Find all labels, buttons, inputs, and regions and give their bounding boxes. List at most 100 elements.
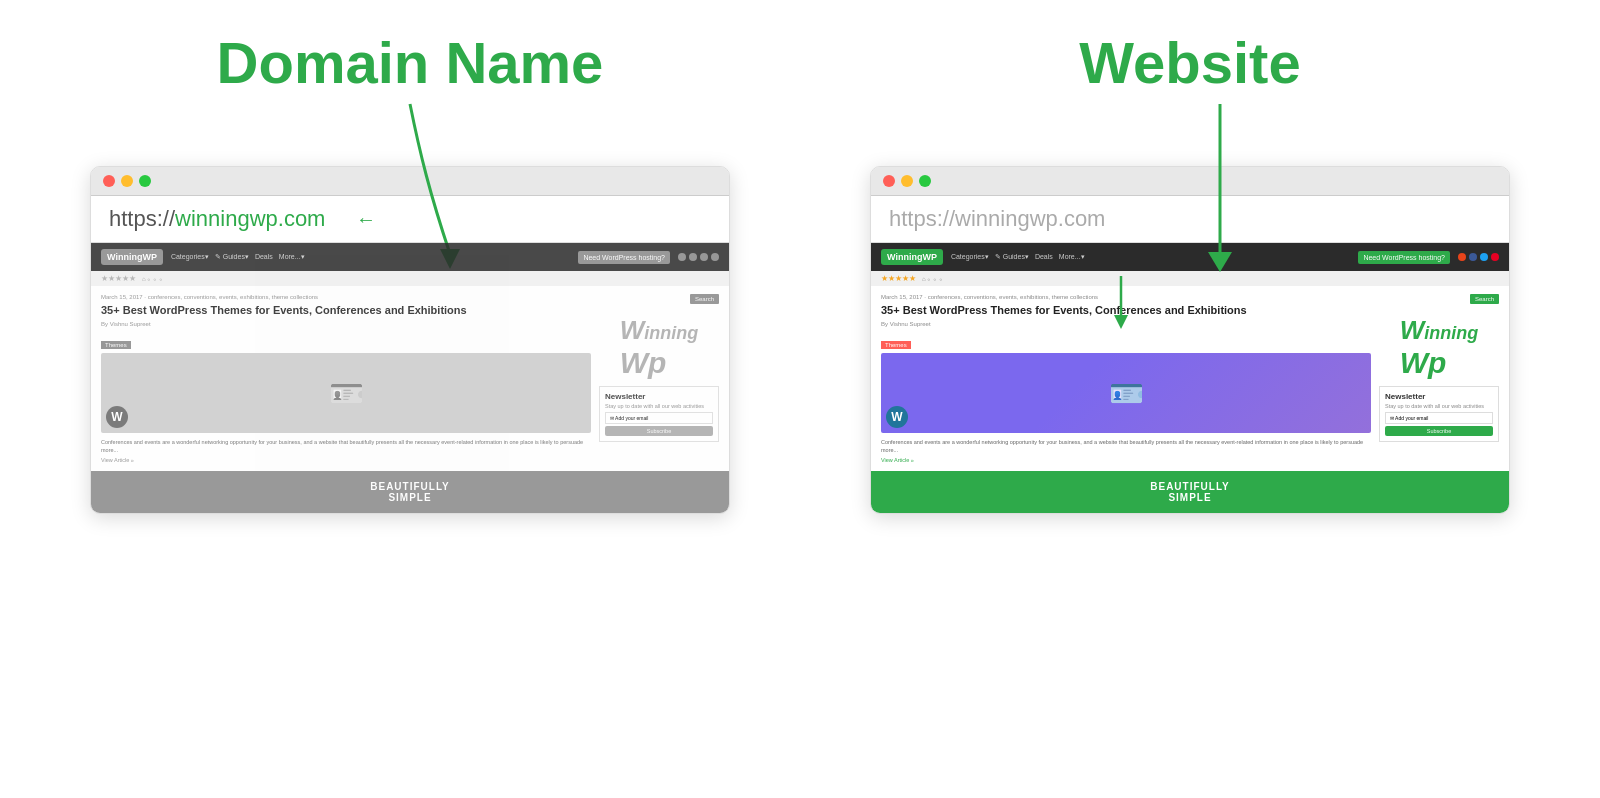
right-logo-badge: WinningWp	[1379, 312, 1499, 382]
right-browser-titlebar	[871, 167, 1509, 196]
right-mini-nav-items: Categories▾ ✎ Guides▾ Deals More...▾	[951, 253, 1351, 261]
social-dot-1	[678, 253, 686, 261]
social-dot-2	[689, 253, 697, 261]
right-social-dot-3	[1480, 253, 1488, 261]
right-article-title: 35+ Best WordPress Themes for Events, Co…	[881, 303, 1371, 317]
left-nav-item-3: Deals	[255, 253, 273, 261]
left-browser-content: WinningWP Categories▾ ✎ Guides▾ Deals Mo…	[91, 243, 729, 513]
right-browser-mockup: https://winningwp.com WinningWP Categori…	[870, 166, 1510, 514]
dot-green-left	[139, 175, 151, 187]
right-nav-item-2: ✎ Guides▾	[995, 253, 1029, 261]
left-mini-nav-items: Categories▾ ✎ Guides▾ Deals More...▾	[171, 253, 571, 261]
left-newsletter-input: ✉ Add your email	[605, 412, 713, 424]
left-wp-logo: W	[106, 406, 128, 428]
left-thumbnail-icon: 🪪	[329, 377, 364, 410]
right-nav-item-4: More...▾	[1059, 253, 1085, 261]
left-themes-tag: Themes	[101, 341, 131, 349]
right-mini-nav: WinningWP Categories▾ ✎ Guides▾ Deals Mo…	[871, 243, 1509, 271]
left-mini-social	[678, 253, 719, 261]
right-body-text: Conferences and events are a wonderful n…	[881, 439, 1371, 454]
left-nav-item-4: More...▾	[279, 253, 305, 261]
dot-yellow-right	[901, 175, 913, 187]
left-browser-mockup: https://winningwp.com ← WinningWP Catego…	[90, 166, 730, 514]
left-mini-cta: Need WordPress hosting?	[578, 251, 670, 264]
left-body-text: Conferences and events are a wonderful n…	[101, 439, 591, 454]
right-logo-svg: WinningWp	[1400, 315, 1479, 380]
dot-red-right	[883, 175, 895, 187]
right-url-domain: winningwp.com	[955, 206, 1105, 231]
left-nav-item-1: Categories▾	[171, 253, 209, 261]
right-title: Website	[1079, 29, 1300, 96]
left-address-bar: https://winningwp.com ←	[91, 196, 729, 243]
left-newsletter-text: Stay up to date with all our web activit…	[605, 403, 713, 409]
right-mini-social	[1458, 253, 1499, 261]
left-breadcrumb: ⌂ ⬦ ⬦ ⬦	[142, 276, 163, 282]
right-url-prefix: https://	[889, 206, 955, 231]
right-mini-main: March 15, 2017 · conferences, convention…	[871, 286, 1509, 471]
right-mini-logo: WinningWP	[881, 249, 943, 265]
right-article-date: March 15, 2017 · conferences, convention…	[881, 294, 1371, 300]
left-banner-line2: SIMPLE	[388, 492, 431, 503]
left-logo-svg: WinningWp	[620, 315, 699, 380]
left-newsletter-btn: Subscribe	[605, 426, 713, 436]
right-search-btn: Search	[1470, 294, 1499, 304]
left-browser-titlebar	[91, 167, 729, 196]
right-browser-content: WinningWP Categories▾ ✎ Guides▾ Deals Mo…	[871, 243, 1509, 513]
left-newsletter-box: Newsletter Stay up to date with all our …	[599, 386, 719, 442]
social-dot-4	[711, 253, 719, 261]
left-mini-thumbnail: 🪪 W	[101, 353, 591, 433]
left-title: Domain Name	[217, 29, 604, 96]
dot-green-right	[919, 175, 931, 187]
left-nav-item-2: ✎ Guides▾	[215, 253, 249, 261]
left-url-prefix: https://	[109, 206, 175, 231]
right-thumbnail-icon: 🪪	[1109, 377, 1144, 410]
right-newsletter-title: Newsletter	[1385, 392, 1493, 401]
right-mini-cta: Need WordPress hosting?	[1358, 251, 1450, 264]
right-newsletter-btn: Subscribe	[1385, 426, 1493, 436]
left-article-title: 35+ Best WordPress Themes for Events, Co…	[101, 303, 591, 317]
right-bottom-banner: BEAUTIFULLY SIMPLE	[871, 471, 1509, 513]
right-stars: ★★★★★	[881, 274, 916, 283]
left-article-author: By Vishnu Supreet	[101, 321, 591, 327]
right-newsletter-box: Newsletter Stay up to date with all our …	[1379, 386, 1499, 442]
right-article-author: By Vishnu Supreet	[881, 321, 1371, 327]
left-article-date: March 15, 2017 · conferences, convention…	[101, 294, 591, 300]
dot-yellow-left	[121, 175, 133, 187]
left-mini-article: March 15, 2017 · conferences, convention…	[101, 294, 591, 463]
right-themes-tag: Themes	[881, 341, 911, 349]
left-banner-line1: BEAUTIFULLY	[370, 481, 450, 492]
left-newsletter-title: Newsletter	[605, 392, 713, 401]
left-bottom-banner: BEAUTIFULLY SIMPLE	[91, 471, 729, 513]
right-main-wrapper: March 15, 2017 · conferences, convention…	[871, 286, 1509, 471]
right-mini-sub-nav: ★★★★★ ⌂ ⬦ ⬦ ⬦	[871, 271, 1509, 286]
left-stars: ★★★★★	[101, 274, 136, 283]
left-mini-logo: WinningWP	[101, 249, 163, 265]
right-section: Website https://winningwp.com WinningWP …	[840, 29, 1540, 514]
right-social-dot-1	[1458, 253, 1466, 261]
left-search-btn: Search	[690, 294, 719, 304]
right-address-bar: https://winningwp.com	[871, 196, 1509, 243]
right-view-link: View Article »	[881, 457, 1371, 463]
right-breadcrumb: ⌂ ⬦ ⬦ ⬦	[922, 276, 943, 282]
right-social-dot-2	[1469, 253, 1477, 261]
left-mini-sidebar: Search WinningWp Newsletter Stay up to d…	[599, 294, 719, 463]
right-nav-item-1: Categories▾	[951, 253, 989, 261]
left-url-domain: winningwp.com	[175, 206, 325, 231]
right-mini-sidebar: Search WinningWp Newsletter Stay up to d…	[1379, 294, 1499, 463]
right-social-dot-4	[1491, 253, 1499, 261]
social-dot-3	[700, 253, 708, 261]
main-container: Domain Name https://winningwp.com ← Winn…	[20, 9, 1580, 789]
left-mini-nav: WinningWP Categories▾ ✎ Guides▾ Deals Mo…	[91, 243, 729, 271]
right-mini-thumbnail: 🪪 W	[881, 353, 1371, 433]
left-mini-main: March 15, 2017 · conferences, convention…	[91, 286, 729, 471]
left-mini-sub-nav: ★★★★★ ⌂ ⬦ ⬦ ⬦	[91, 271, 729, 286]
right-wp-logo: W	[886, 406, 908, 428]
right-banner-line1: BEAUTIFULLY	[1150, 481, 1230, 492]
right-mini-article: March 15, 2017 · conferences, convention…	[881, 294, 1371, 463]
left-section: Domain Name https://winningwp.com ← Winn…	[60, 29, 760, 514]
dot-red-left	[103, 175, 115, 187]
left-logo-badge: WinningWp	[599, 312, 719, 382]
left-view-link: View Article »	[101, 457, 591, 463]
right-newsletter-text: Stay up to date with all our web activit…	[1385, 403, 1493, 409]
right-banner-line2: SIMPLE	[1168, 492, 1211, 503]
